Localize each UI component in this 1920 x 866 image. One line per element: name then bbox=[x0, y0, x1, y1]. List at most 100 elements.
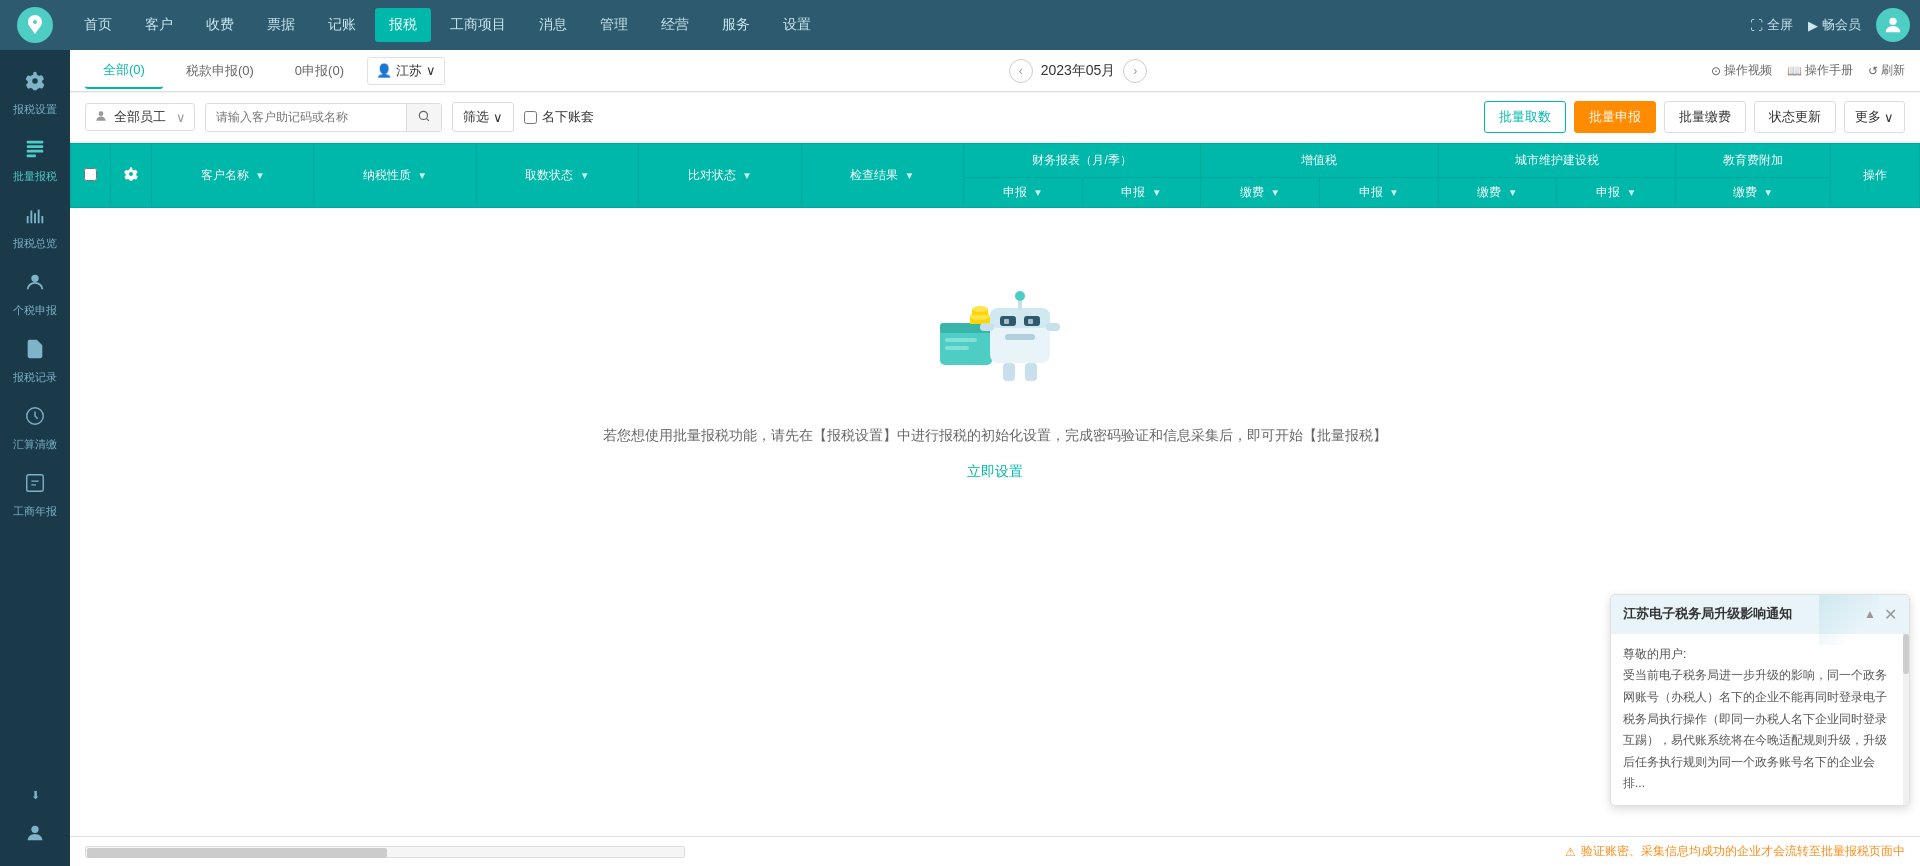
col-settings[interactable] bbox=[111, 144, 152, 208]
empty-state: 若您想使用批量报税功能，请先在【报税设置】中进行报税的初始化设置，完成密码验证和… bbox=[71, 208, 1920, 541]
notif-scrollthumb[interactable] bbox=[1903, 634, 1909, 674]
vip-btn[interactable]: ▶ 畅会员 bbox=[1808, 16, 1861, 34]
sidebar-label-bizreport: 工商年报 bbox=[13, 504, 57, 519]
bulk-declare-btn[interactable]: 批量申报 bbox=[1574, 101, 1656, 133]
tabs-bar: 全部(0) 税款申报(0) 0申报(0) 👤 江苏 ∨ ‹ 2023年05月 › bbox=[70, 50, 1920, 92]
account-checkbox-label[interactable]: 名下账套 bbox=[524, 108, 594, 126]
sidebar-download[interactable]: ⬇ bbox=[0, 779, 70, 812]
notif-scrollbar bbox=[1903, 634, 1909, 805]
nav-service[interactable]: 服务 bbox=[708, 8, 764, 42]
top-nav: 首页 客户 收费 票据 记账 报税 工商项目 消息 管理 经营 服务 设置 ⛶ … bbox=[0, 0, 1920, 50]
sort-icon8: ▼ bbox=[1270, 187, 1280, 198]
tab-zero-declare[interactable]: 0申报(0) bbox=[277, 54, 362, 88]
search-input[interactable] bbox=[206, 105, 406, 129]
more-btn[interactable]: 更多 ∨ bbox=[1844, 101, 1905, 133]
search-button[interactable] bbox=[406, 104, 441, 131]
sidebar-item-personal[interactable]: 个税申报 bbox=[0, 261, 70, 328]
notif-content: 尊敬的用户: 受当前电子税务局进一步升级的影响，同一个政务网账号（办税人）名下的… bbox=[1623, 644, 1897, 795]
main-table: 客户名称 ▼ 纳税性质 ▼ 取数状态 ▼ 比对状态 bbox=[70, 143, 1920, 541]
sort-icon: ▼ bbox=[255, 170, 265, 181]
svg-rect-28 bbox=[980, 323, 994, 331]
svg-rect-4 bbox=[27, 154, 36, 157]
sidebar-label-settlement: 汇算清缴 bbox=[13, 437, 57, 452]
filter-chevron-icon: ∨ bbox=[493, 110, 503, 125]
refresh-icon: ↺ bbox=[1868, 64, 1878, 78]
svg-point-10 bbox=[419, 111, 427, 119]
video-icon: ⊙ bbox=[1711, 64, 1721, 78]
sidebar-item-bulktax[interactable]: 批量报税 bbox=[0, 127, 70, 194]
svg-point-0 bbox=[1889, 18, 1896, 25]
employee-filter[interactable]: 全部员工 ∨ bbox=[85, 103, 195, 131]
svg-rect-13 bbox=[945, 338, 977, 342]
sort-icon7: ▼ bbox=[1152, 187, 1162, 198]
nav-invoice[interactable]: 票据 bbox=[253, 8, 309, 42]
nav-fee[interactable]: 收费 bbox=[192, 8, 248, 42]
nav-home[interactable]: 首页 bbox=[70, 8, 126, 42]
fullscreen-btn[interactable]: ⛶ 全屏 bbox=[1750, 16, 1793, 34]
toolbar-right: 批量取数 批量申报 批量缴费 状态更新 更多 ∨ bbox=[1484, 101, 1905, 133]
account-checkbox[interactable] bbox=[524, 111, 537, 124]
subh-city-pay: 缴费 ▼ bbox=[1438, 178, 1557, 208]
status-update-btn[interactable]: 状态更新 bbox=[1754, 101, 1836, 133]
empty-message: 若您想使用批量报税功能，请先在【报税设置】中进行报税的初始化设置，完成密码验证和… bbox=[603, 423, 1387, 448]
sidebar-item-settlement[interactable]: 汇算清缴 bbox=[0, 395, 70, 462]
sidebar-item-taxoverview[interactable]: 报税总览 bbox=[0, 194, 70, 261]
notif-scroll-up-icon[interactable]: ▲ bbox=[1864, 607, 1876, 621]
tab-all[interactable]: 全部(0) bbox=[85, 53, 163, 89]
video-btn[interactable]: ⊙ 操作视频 bbox=[1711, 62, 1772, 79]
col-customer-name: 客户名称 ▼ bbox=[152, 144, 314, 208]
nav-message[interactable]: 消息 bbox=[525, 8, 581, 42]
subh-edu-pay: 缴费 ▼ bbox=[1676, 178, 1831, 208]
select-all-checkbox[interactable] bbox=[84, 168, 97, 181]
taxoverview-icon bbox=[24, 204, 46, 231]
sidebar-label-taxoverview: 报税总览 bbox=[13, 236, 57, 251]
nav-operation[interactable]: 经营 bbox=[647, 8, 703, 42]
tabs-right: ⊙ 操作视频 📖 操作手册 ↺ 刷新 bbox=[1711, 62, 1905, 79]
notification-popup: 江苏电子税务局升级影响通知 ▲ ✕ 尊敬的用户: 受当前电子税务局进一步升级的影… bbox=[1610, 594, 1910, 806]
bulk-fetch-btn[interactable]: 批量取数 bbox=[1484, 101, 1566, 133]
svg-point-33 bbox=[1015, 291, 1025, 301]
notif-title: 江苏电子税务局升级影响通知 bbox=[1623, 605, 1792, 623]
filter-button[interactable]: 筛选 ∨ bbox=[452, 102, 514, 132]
refresh-btn[interactable]: ↺ 刷新 bbox=[1868, 62, 1905, 79]
more-chevron-icon: ∨ bbox=[1884, 110, 1894, 125]
sidebar-item-bizreport[interactable]: 工商年报 bbox=[0, 462, 70, 529]
sidebar-label-taxsettings: 报税设置 bbox=[13, 102, 57, 117]
svg-rect-31 bbox=[1025, 363, 1037, 381]
manual-btn[interactable]: 📖 操作手册 bbox=[1787, 62, 1853, 79]
month-prev-btn[interactable]: ‹ bbox=[1009, 59, 1033, 83]
setup-link[interactable]: 立即设置 bbox=[967, 463, 1023, 481]
sidebar-label-bulktax: 批量报税 bbox=[13, 169, 57, 184]
nav-bookkeeping[interactable]: 记账 bbox=[314, 8, 370, 42]
nav-tax[interactable]: 报税 bbox=[375, 8, 431, 42]
tab-tax-declare[interactable]: 税款申报(0) bbox=[168, 54, 272, 88]
month-next-btn[interactable]: › bbox=[1123, 59, 1147, 83]
tabs-left: 全部(0) 税款申报(0) 0申报(0) 👤 江苏 ∨ bbox=[85, 53, 445, 89]
region-icon: 👤 bbox=[376, 63, 392, 78]
col-vat: 增值税 bbox=[1201, 144, 1438, 178]
robot-illustration bbox=[925, 268, 1065, 398]
nav-items: 首页 客户 收费 票据 记账 报税 工商项目 消息 管理 经营 服务 设置 bbox=[70, 8, 1750, 42]
sort-icon11: ▼ bbox=[1626, 187, 1636, 198]
fullscreen-icon: ⛶ bbox=[1750, 18, 1763, 33]
sidebar-user[interactable] bbox=[0, 812, 70, 856]
notif-body[interactable]: 尊敬的用户: 受当前电子税务局进一步升级的影响，同一个政务网账号（办税人）名下的… bbox=[1611, 634, 1909, 805]
col-operation: 操作 bbox=[1830, 144, 1919, 208]
download-icon: ⬇ bbox=[31, 789, 40, 802]
settlement-icon bbox=[24, 405, 46, 432]
logo[interactable] bbox=[10, 0, 60, 50]
nav-management[interactable]: 管理 bbox=[586, 8, 642, 42]
nav-settings[interactable]: 设置 bbox=[769, 8, 825, 42]
region-selector[interactable]: 👤 江苏 ∨ bbox=[367, 57, 445, 85]
sidebar-item-taxsettings[interactable]: 报税设置 bbox=[0, 60, 70, 127]
nav-bizproject[interactable]: 工商项目 bbox=[436, 8, 520, 42]
svg-rect-26 bbox=[1028, 319, 1033, 324]
notif-close-btn[interactable]: ✕ bbox=[1884, 605, 1897, 624]
user-avatar[interactable] bbox=[1876, 8, 1910, 42]
bulk-pay-btn[interactable]: 批量缴费 bbox=[1664, 101, 1746, 133]
month-display: 2023年05月 bbox=[1041, 62, 1116, 80]
col-checkbox bbox=[71, 144, 111, 208]
nav-customer[interactable]: 客户 bbox=[131, 8, 187, 42]
vip-icon: ▶ bbox=[1808, 18, 1818, 33]
sidebar-item-taxrecord[interactable]: 报税记录 bbox=[0, 328, 70, 395]
